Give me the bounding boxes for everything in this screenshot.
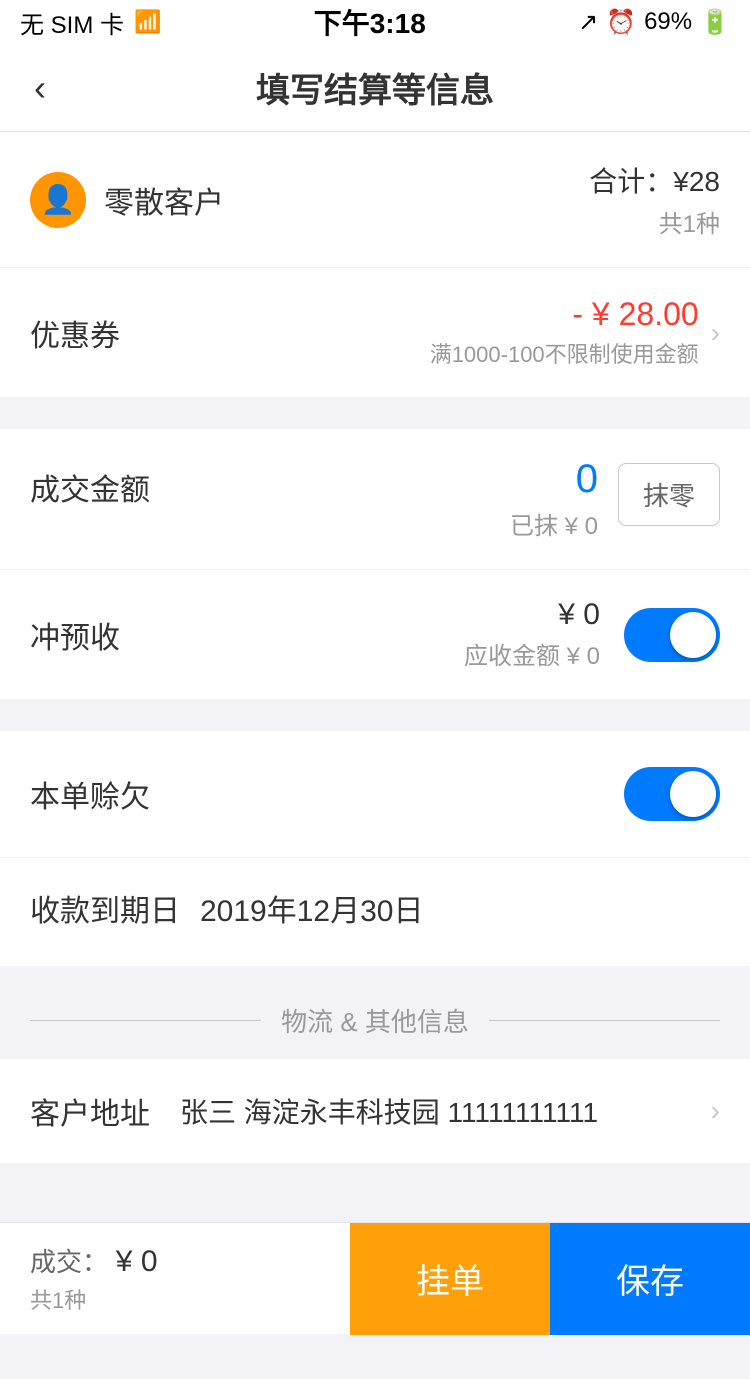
logistics-label: 物流 & 其他信息 (281, 1002, 469, 1039)
coupon-info: - ¥ 28.00 满1000-100不限制使用金额 (430, 296, 699, 369)
arrear-row: 本单赊欠 (0, 731, 750, 857)
status-left: 无 SIM 卡 📶 (20, 5, 161, 40)
back-button[interactable]: ‹ (24, 57, 56, 119)
page-title: 填写结算等信息 (256, 63, 494, 112)
amount-value-group: 0 已抹 ¥ 0 (510, 457, 598, 541)
logistics-line-right (489, 1020, 720, 1021)
prepay-right: ¥ 0 应收金额 ¥ 0 (464, 598, 720, 671)
customer-left: 👤 零散客户 (30, 172, 224, 228)
bottom-deal-label: 成交： (30, 1247, 108, 1277)
prepay-sub: 应收金额 ¥ 0 (464, 636, 600, 671)
section-divider-1 (0, 413, 750, 429)
bottom-count: 共1种 (30, 1283, 320, 1315)
address-section: 客户地址 张三 海淀永丰科技园 11111111111 › (0, 1059, 750, 1163)
deal-amount-row: 成交金额 0 已抹 ¥ 0 抹零 (0, 429, 750, 569)
amount-section: 成交金额 0 已抹 ¥ 0 抹零 冲预收 ¥ 0 应收金额 ¥ 0 (0, 429, 750, 699)
battery-icon: 🔋 (700, 8, 730, 37)
prepay-row: 冲预收 ¥ 0 应收金额 ¥ 0 (0, 569, 750, 699)
section-divider-2 (0, 715, 750, 731)
hang-button[interactable]: 挂单 (350, 1223, 550, 1335)
coupon-desc: 满1000-100不限制使用金额 (430, 337, 699, 369)
arrear-toggle-knob (670, 771, 716, 817)
bottom-info: 成交： ¥ 0 共1种 (0, 1242, 350, 1315)
bottom-amount: ¥ 0 (116, 1245, 158, 1278)
prepay-toggle[interactable] (624, 608, 720, 662)
round-button[interactable]: 抹零 (618, 463, 720, 526)
prepay-label: 冲预收 (30, 613, 120, 657)
nav-bar: ‹ 填写结算等信息 (0, 44, 750, 132)
address-row[interactable]: 客户地址 张三 海淀永丰科技园 11111111111 › (0, 1059, 750, 1163)
prepay-info: ¥ 0 应收金额 ¥ 0 (464, 598, 600, 671)
customer-row: 👤 零散客户 合计：¥28 共1种 (0, 132, 750, 267)
avatar: 👤 (30, 172, 86, 228)
bottom-deal-row: 成交： ¥ 0 (30, 1242, 320, 1279)
customer-name: 零散客户 (104, 178, 224, 222)
address-label: 客户地址 (30, 1089, 150, 1133)
location-icon: ↗ (578, 8, 598, 37)
customer-right: 合计：¥28 共1种 (589, 160, 720, 239)
status-bar: 无 SIM 卡 📶 下午3:18 ↗ ⏰ 69% 🔋 (0, 0, 750, 44)
logistics-divider: 物流 & 其他信息 (0, 982, 750, 1059)
coupon-right: - ¥ 28.00 满1000-100不限制使用金额 › (430, 296, 720, 369)
logistics-line-left (30, 1020, 261, 1021)
customer-section: 👤 零散客户 合计：¥28 共1种 优惠券 - ¥ 28.00 满1000-10… (0, 132, 750, 397)
arrear-label: 本单赊欠 (30, 772, 150, 816)
save-button[interactable]: 保存 (550, 1223, 750, 1335)
deal-amount-label: 成交金额 (30, 457, 150, 509)
alarm-icon: ⏰ (606, 8, 636, 37)
customer-total: 合计：¥28 (589, 160, 720, 200)
deal-amount-sub: 已抹 ¥ 0 (510, 506, 598, 541)
arrear-section: 本单赊欠 收款到期日 2019年12月30日 (0, 731, 750, 966)
bottom-bar: 成交： ¥ 0 共1种 挂单 保存 (0, 1222, 750, 1334)
arrear-toggle[interactable] (624, 767, 720, 821)
status-time: 下午3:18 (314, 2, 426, 42)
customer-count: 共1种 (589, 204, 720, 239)
status-right: ↗ ⏰ 69% 🔋 (578, 8, 730, 37)
battery-text: 69% (644, 8, 692, 36)
prepay-amount: ¥ 0 (464, 598, 600, 632)
carrier-text: 无 SIM 卡 (20, 5, 124, 40)
duedate-row: 收款到期日 2019年12月30日 (0, 857, 750, 966)
duedate-label: 收款到期日 (30, 886, 180, 930)
address-value: 张三 海淀永丰科技园 11111111111 (180, 1091, 711, 1131)
toggle-knob (670, 612, 716, 658)
coupon-label: 优惠券 (30, 311, 120, 355)
coupon-discount: - ¥ 28.00 (430, 296, 699, 333)
duedate-value: 2019年12月30日 (200, 886, 423, 930)
deal-amount-value: 0 (510, 457, 598, 502)
wifi-icon: 📶 (134, 9, 161, 35)
chevron-right-icon: › (711, 317, 720, 349)
coupon-row[interactable]: 优惠券 - ¥ 28.00 满1000-100不限制使用金额 › (0, 267, 750, 397)
deal-amount-right: 0 已抹 ¥ 0 抹零 (510, 457, 720, 541)
person-icon: 👤 (41, 183, 76, 216)
address-chevron-icon: › (711, 1095, 720, 1127)
